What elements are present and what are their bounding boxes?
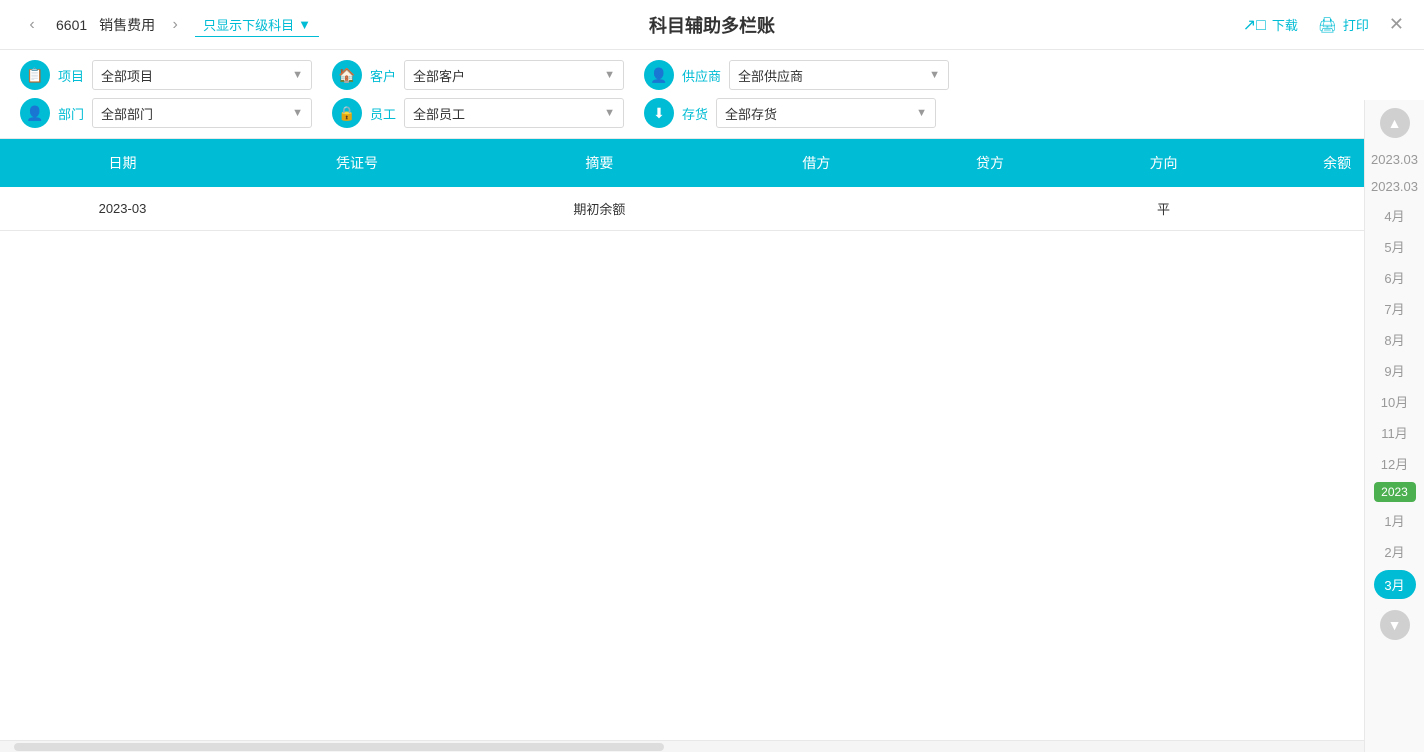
supplier-icon: 👤	[644, 60, 674, 90]
supplier-label: 供应商	[682, 66, 721, 85]
table-container: 日期 凭证号 摘要 借方 贷方 方向 余额 2023-03 期初余额 平	[0, 139, 1424, 740]
project-select[interactable]: 全部项目 ▼	[92, 60, 312, 90]
ledger-table: 日期 凭证号 摘要 借方 贷方 方向 余额 2023-03 期初余额 平	[0, 139, 1424, 231]
col-voucher: 凭证号	[245, 139, 469, 187]
sidebar-month-item[interactable]: 2023	[1374, 482, 1416, 502]
sidebar-month-item[interactable]: 2023.03	[1371, 173, 1418, 200]
department-label: 部门	[58, 104, 84, 123]
sidebar-month-item[interactable]: 10月	[1371, 386, 1418, 417]
sidebar-month-item[interactable]: 6月	[1371, 262, 1418, 293]
show-sub-select[interactable]: 只显示下级科目 ▼	[195, 13, 319, 37]
sidebar-month-item[interactable]: 8月	[1371, 324, 1418, 355]
chevron-down-icon: ▼	[604, 69, 615, 81]
sidebar-month-item[interactable]: 3月	[1374, 570, 1416, 599]
customer-icon: 🏠	[332, 60, 362, 90]
cell-debit	[730, 187, 904, 231]
title-bar-left: ‹ 6601 销售费用 › 只显示下级科目 ▼	[20, 13, 319, 37]
bottom-scrollbar[interactable]	[0, 740, 1424, 752]
cell-summary: 期初余额	[469, 187, 729, 231]
col-debit: 借方	[730, 139, 904, 187]
cell-date: 2023-03	[0, 187, 245, 231]
filter-item-inventory: ⬇ 存货 全部存货 ▼	[644, 98, 936, 128]
up-arrow-icon: ▲	[1388, 115, 1402, 131]
sidebar-month-item[interactable]: 7月	[1371, 293, 1418, 324]
chevron-down-icon: ▼	[916, 107, 927, 119]
filter-item-employee: 🔒 员工 全部员工 ▼	[332, 98, 624, 128]
customer-label: 客户	[370, 66, 396, 85]
account-code: 6601	[52, 15, 91, 35]
title-bar-right: ↗□ 下载 🖨 打印 ✕	[1243, 14, 1404, 35]
sidebar-up-button[interactable]: ▲	[1380, 108, 1410, 138]
inventory-select[interactable]: 全部存货 ▼	[716, 98, 936, 128]
close-button[interactable]: ✕	[1389, 14, 1404, 35]
account-name: 销售费用	[99, 15, 155, 35]
table-header-row: 日期 凭证号 摘要 借方 贷方 方向 余额	[0, 139, 1424, 187]
supplier-select[interactable]: 全部供应商 ▼	[729, 60, 949, 90]
sidebar-down-button[interactable]: ▼	[1380, 610, 1410, 640]
inventory-label: 存货	[682, 104, 708, 123]
cell-direction: 平	[1077, 187, 1251, 231]
chevron-down-icon: ▼	[292, 69, 303, 81]
page-title: 科目辅助多栏账	[649, 12, 775, 38]
cell-credit	[903, 187, 1077, 231]
sidebar-month-item[interactable]: 9月	[1371, 355, 1418, 386]
col-direction: 方向	[1077, 139, 1251, 187]
col-date: 日期	[0, 139, 245, 187]
project-label: 项目	[58, 66, 84, 85]
department-icon: 👤	[20, 98, 50, 128]
sidebar-month-item[interactable]: 12月	[1371, 448, 1418, 479]
filter-item-customer: 🏠 客户 全部客户 ▼	[332, 60, 624, 90]
filter-row-2: 👤 部门 全部部门 ▼ 🔒 员工 全部员工 ▼	[20, 98, 1404, 128]
chevron-down-icon: ▼	[292, 107, 303, 119]
col-credit: 贷方	[903, 139, 1077, 187]
chevron-down-icon: ▼	[604, 107, 615, 119]
next-account-button[interactable]: ›	[163, 13, 187, 37]
right-sidebar: ▲ 2023.032023.034月5月6月7月8月9月10月11月12月202…	[1364, 100, 1424, 752]
sidebar-month-item[interactable]: 2023.03	[1371, 146, 1418, 173]
filter-bar: 📋 项目 全部项目 ▼ 🏠 客户 全部客户 ▼	[0, 50, 1424, 139]
down-arrow-icon: ▼	[1388, 617, 1402, 633]
sidebar-month-item[interactable]: 1月	[1371, 505, 1418, 536]
prev-account-button[interactable]: ‹	[20, 13, 44, 37]
filter-item-department: 👤 部门 全部部门 ▼	[20, 98, 312, 128]
filter-item-project: 📋 项目 全部项目 ▼	[20, 60, 312, 90]
employee-label: 员工	[370, 104, 396, 123]
department-select[interactable]: 全部部门 ▼	[92, 98, 312, 128]
scrollbar-track	[14, 743, 664, 751]
filter-item-supplier: 👤 供应商 全部供应商 ▼	[644, 60, 949, 90]
sidebar-month-item[interactable]: 11月	[1371, 417, 1418, 448]
project-icon: 📋	[20, 60, 50, 90]
sidebar-month-item[interactable]: 2月	[1371, 536, 1418, 567]
sidebar-months: 2023.032023.034月5月6月7月8月9月10月11月12月20231…	[1371, 146, 1418, 602]
print-icon: 🖨	[1318, 16, 1337, 34]
sidebar-month-item[interactable]: 4月	[1371, 200, 1418, 231]
filter-row-1: 📋 项目 全部项目 ▼ 🏠 客户 全部客户 ▼	[20, 60, 1404, 90]
employee-icon: 🔒	[332, 98, 362, 128]
employee-select[interactable]: 全部员工 ▼	[404, 98, 624, 128]
cell-voucher	[245, 187, 469, 231]
download-icon: ↗□	[1243, 15, 1266, 35]
title-bar: ‹ 6601 销售费用 › 只显示下级科目 ▼ 科目辅助多栏账 ↗□ 下载 🖨 …	[0, 0, 1424, 50]
col-summary: 摘要	[469, 139, 729, 187]
sidebar-month-item[interactable]: 5月	[1371, 231, 1418, 262]
inventory-icon: ⬇	[644, 98, 674, 128]
download-button[interactable]: ↗□ 下载	[1243, 15, 1298, 35]
main-window: ‹ 6601 销售费用 › 只显示下级科目 ▼ 科目辅助多栏账 ↗□ 下载 🖨 …	[0, 0, 1424, 752]
print-button[interactable]: 🖨 打印	[1318, 15, 1369, 34]
chevron-down-icon: ▼	[929, 69, 940, 81]
customer-select[interactable]: 全部客户 ▼	[404, 60, 624, 90]
table-row: 2023-03 期初余额 平	[0, 187, 1424, 231]
